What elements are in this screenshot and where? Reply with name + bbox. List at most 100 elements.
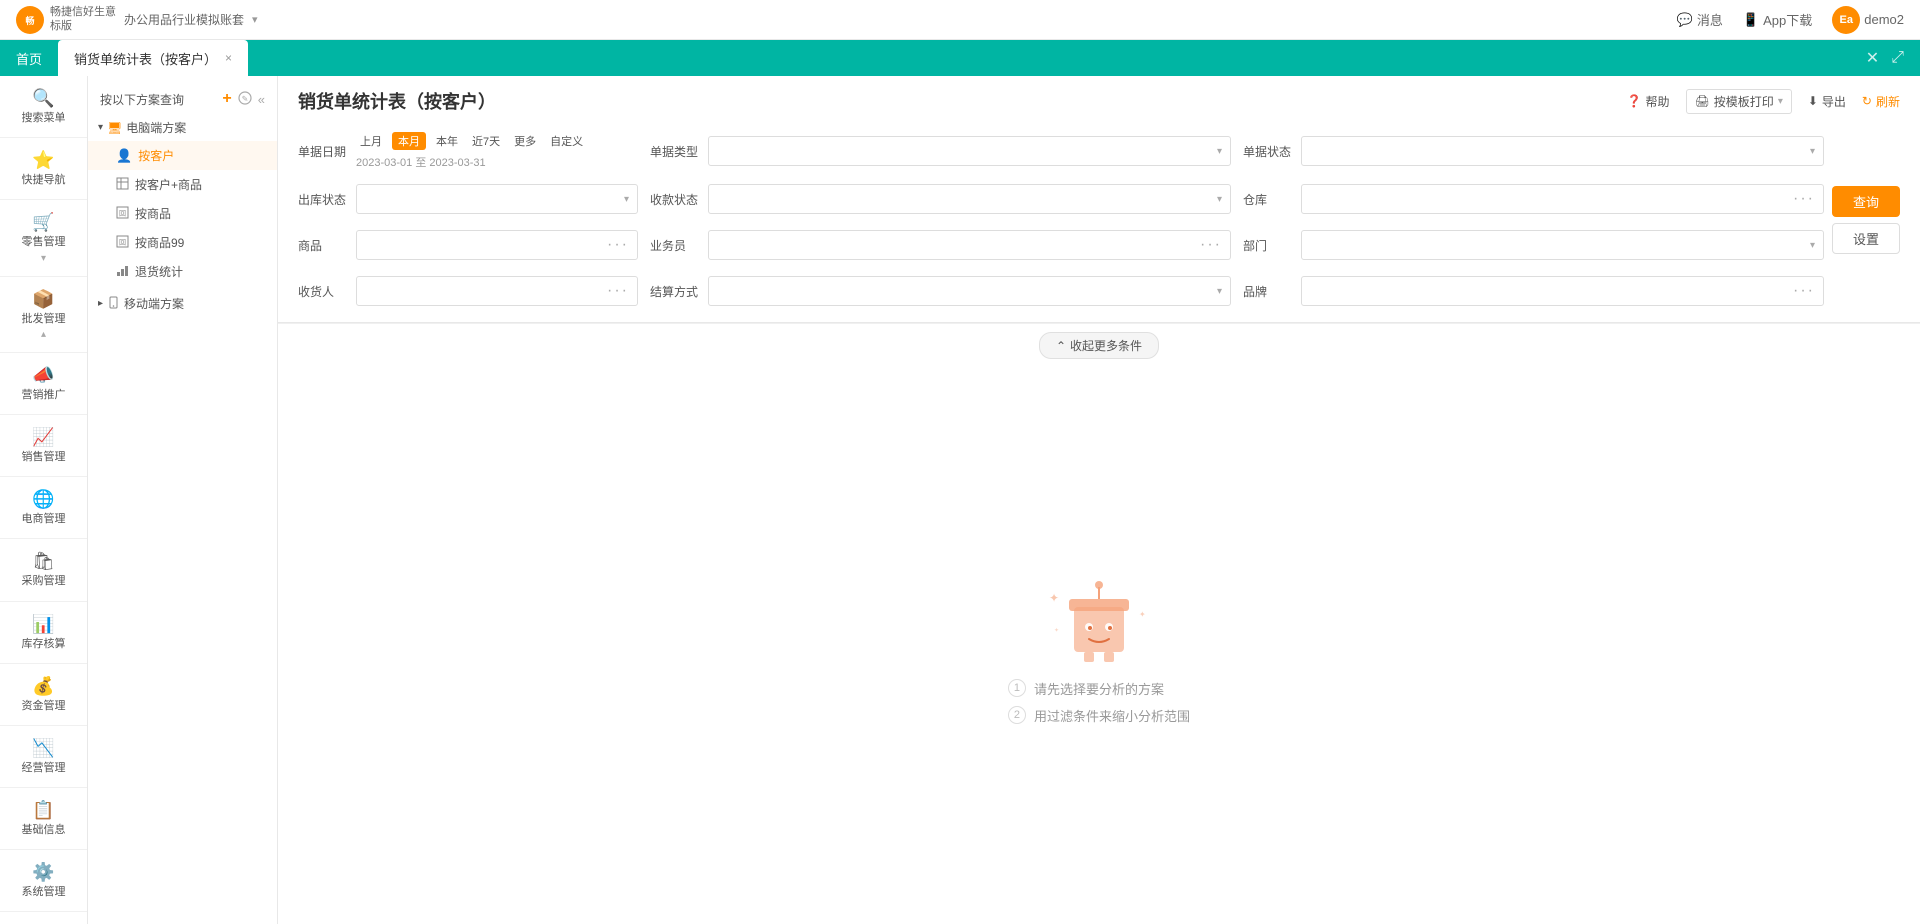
scheme-item-by-customer-product[interactable]: 按客户+商品 [88,170,277,199]
scheme-item-by-customer[interactable]: 👤 按客户 [88,141,277,170]
sidebar-item-marketing[interactable]: 📣 营销推广 [0,353,87,415]
sidebar-item-wholesale-mgmt[interactable]: 📦 批发管理 ▴ [0,277,87,353]
sidebar-item-purchase[interactable]: 🛍 采购管理 [0,539,87,601]
collapse-arrow-icon: ⌃ [1056,339,1066,353]
product-label: 商品 [298,237,348,254]
message-action[interactable]: 💬 消息 [1677,10,1723,29]
query-buttons: 查询 设置 [1824,126,1900,314]
help-btn[interactable]: ❓ 帮助 [1627,93,1670,110]
return-stats-icon [116,264,129,280]
sidebar-item-operation[interactable]: 📉 经营管理 [0,726,87,788]
payment-status-field[interactable]: ▾ [708,184,1231,214]
filter-row-3: 商品 ··· 业务员 ··· [298,222,1824,268]
scheme-item-by-product-99[interactable]: 回 按商品99 [88,228,277,257]
inventory-icon: 📊 [4,614,83,635]
filter-cell-order-type: 单据类型 ▾ [650,134,1231,168]
sidebar-item-inventory[interactable]: 📊 库存核算 [0,602,87,664]
tab-close-all-icon[interactable]: ✕ [1866,48,1879,68]
receiver-field[interactable]: ··· [356,276,638,306]
ship-status-arrow-icon: ▾ [624,194,629,205]
purchase-icon: 🛍 [4,551,83,572]
sidebar-item-basic-info[interactable]: 📋 基础信息 [0,788,87,850]
export-btn[interactable]: ⬇ 导出 [1808,93,1846,110]
product-field[interactable]: ··· [356,230,638,260]
ship-status-field[interactable]: ▾ [356,184,638,214]
scheme-collapse-btn[interactable]: « [258,92,265,107]
app-download-action[interactable]: 📱 App下载 [1743,10,1812,29]
template-print-btn[interactable]: 🖨 按模板打印 ▾ [1686,89,1792,114]
by-customer-product-icon [116,177,129,193]
scheme-item-by-product[interactable]: 回 按商品 [88,199,277,228]
date-tab-this-year[interactable]: 本年 [432,132,462,150]
empty-state: ✦ ✦ ✦ 1 请先选择要分析的方案 2 用过滤条件来缩小分析范围 [278,367,1920,924]
mobile-group-arrow-icon: ▸ [98,298,103,309]
date-tab-more[interactable]: 更多 [510,132,540,150]
department-field[interactable]: ▾ [1301,230,1824,260]
sidebar-item-search-menu[interactable]: 🔍 搜索菜单 [0,76,87,138]
user-action[interactable]: Ea demo2 [1832,6,1904,34]
ship-status-label: 出库状态 [298,191,348,208]
collapse-btn[interactable]: ⌃ 收起更多条件 [1039,332,1159,359]
scheme-group-desktop: ▾ 🖥 电脑端方案 👤 按客户 按客户+商品 回 [88,114,277,286]
query-panel: 销货单统计表（按客户） ❓ 帮助 🖨 按模板打印 ▾ ⬇ [278,76,1920,924]
scheme-group-desktop-title[interactable]: ▾ 🖥 电脑端方案 [88,114,277,141]
payment-status-label: 收款状态 [650,191,700,208]
date-label: 单据日期 [298,143,348,160]
refresh-icon: ↻ [1862,94,1872,108]
breadcrumb-dropdown-icon[interactable]: ▾ [252,13,258,26]
scheme-panel-actions: + ✎ « [222,90,265,108]
query-btn[interactable]: 查询 [1832,186,1900,217]
sidebar-item-retail-mgmt[interactable]: 🛒 零售管理 ▾ [0,200,87,276]
scheme-group-mobile-title[interactable]: ▸ 移动端方案 [88,290,277,317]
filter-row-4: 收货人 ··· 结算方式 ▾ [298,268,1824,314]
sidebar-item-ecommerce[interactable]: 🌐 电商管理 [0,477,87,539]
order-type-field[interactable]: ▾ [708,136,1231,166]
brand-dots-icon: ··· [1793,282,1815,300]
date-tab-this-month[interactable]: 本月 [392,132,426,150]
date-tab-last-7-days[interactable]: 近7天 [468,132,504,150]
salesperson-field[interactable]: ··· [708,230,1231,260]
help-icon: ❓ [1627,94,1642,108]
warehouse-field[interactable]: ··· [1301,184,1824,214]
warehouse-dots-icon: ··· [1793,190,1815,208]
date-tab-last-month[interactable]: 上月 [356,132,386,150]
filter-cell-salesperson: 业务员 ··· [650,228,1231,262]
sidebar-item-quick-nav[interactable]: ⭐ 快捷导航 [0,138,87,200]
brand-field[interactable]: ··· [1301,276,1824,306]
refresh-btn[interactable]: ↻ 刷新 [1862,93,1900,110]
sidebar-item-sales-mgmt[interactable]: 📈 销售管理 [0,415,87,477]
date-tab-custom[interactable]: 自定义 [546,132,587,150]
query-title-actions: ❓ 帮助 🖨 按模板打印 ▾ ⬇ 导出 ↻ [1627,89,1900,114]
page-title: 销货单统计表（按客户） [298,88,496,114]
scheme-item-return-stats[interactable]: 退货统计 [88,257,277,286]
settings-btn[interactable]: 设置 [1832,223,1900,254]
empty-tip-2: 2 用过滤条件来缩小分析范围 [1008,706,1190,725]
operation-icon: 📉 [4,738,83,759]
svg-text:回: 回 [119,238,126,246]
order-status-label: 单据状态 [1243,143,1293,160]
sidebar-item-system-mgmt[interactable]: ⚙️ 系统管理 [0,850,87,912]
header-right: 💬 消息 📱 App下载 Ea demo2 [1677,6,1904,34]
settlement-field[interactable]: ▾ [708,276,1231,306]
tip-num-2: 2 [1008,706,1026,724]
svg-text:✎: ✎ [241,94,248,103]
filter-cell-payment-status: 收款状态 ▾ [650,182,1231,216]
filter-row-2: 出库状态 ▾ 收款状态 ▾ [298,176,1824,222]
order-type-label: 单据类型 [650,143,700,160]
scheme-add-btn[interactable]: + [222,90,231,108]
tab-close-icon[interactable]: × [225,51,232,65]
sidebar-item-finance[interactable]: 💰 资金管理 [0,664,87,726]
order-status-field[interactable]: ▾ [1301,136,1824,166]
finance-icon: 💰 [4,676,83,697]
quick-nav-icon: ⭐ [4,150,83,171]
tab-home[interactable]: 首页 [0,40,58,76]
tab-active[interactable]: 销货单统计表（按客户） × [58,40,248,76]
filter-fields: 单据日期 上月 本月 本年 近7天 更多 自定义 [298,126,1824,314]
scheme-edit-btn[interactable]: ✎ [238,91,252,108]
by-customer-icon: 👤 [116,148,132,164]
receiver-dots-icon: ··· [607,282,629,300]
sidebar-item-enterprise-coop[interactable]: 🤝 企业协同 [0,912,87,924]
logo-icon: 畅 [16,6,44,34]
tab-maximize-icon[interactable]: ⤢ [1891,49,1904,67]
warehouse-label: 仓库 [1243,191,1293,208]
